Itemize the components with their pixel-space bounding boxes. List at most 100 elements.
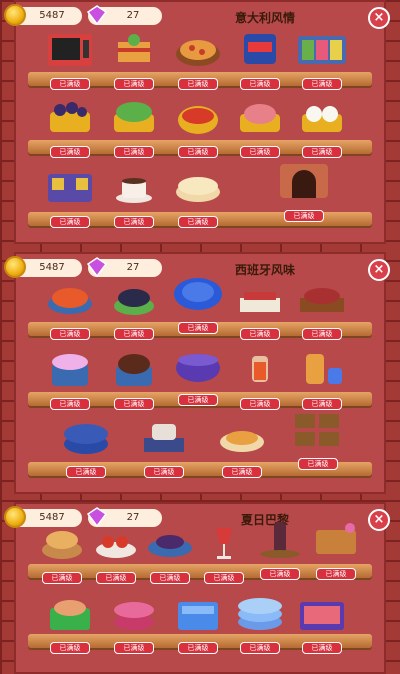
cakes-tray-icon xyxy=(295,414,339,446)
item-plates-stack[interactable]: 已满级 xyxy=(230,592,290,654)
stove-pot-icon xyxy=(144,424,184,452)
blue-tray-icon xyxy=(178,602,218,630)
item-pizza[interactable]: 已满级 xyxy=(168,28,228,90)
close-button[interactable]: × xyxy=(368,259,390,281)
juice-icon xyxy=(306,354,342,384)
coin-value: 5487 xyxy=(39,10,65,21)
item-wine[interactable]: 已满级 xyxy=(194,522,254,584)
max-level-badge: 已满级 xyxy=(302,78,342,90)
item-brick-oven[interactable]: 已满级 xyxy=(264,160,344,222)
max-level-badge: 已满级 xyxy=(240,642,280,654)
olives-icon xyxy=(50,102,90,132)
max-level-badge: 已满级 xyxy=(204,572,244,584)
basil-icon xyxy=(114,102,154,132)
max-level-badge: 已满级 xyxy=(284,210,324,222)
pizza-icon xyxy=(176,40,220,66)
item-cakes-tray[interactable]: 已满级 xyxy=(282,408,352,470)
coin-icon xyxy=(4,506,26,528)
max-level-badge: 已满级 xyxy=(114,328,154,340)
item-coffee[interactable]: 已满级 xyxy=(104,166,164,228)
gem-counter[interactable]: 27 xyxy=(86,5,162,26)
item-mussels[interactable]: 已满级 xyxy=(104,278,164,340)
oven-icon xyxy=(48,34,92,66)
max-level-badge: 已满级 xyxy=(178,642,218,654)
flatbread-icon xyxy=(176,177,220,202)
item-olives[interactable]: 已满级 xyxy=(40,96,100,158)
panel-spanish: 5487 27 西班牙风味 × 已满级 已满级 已满级 已满级 已满级 已满级 … xyxy=(0,252,400,494)
item-ham[interactable]: 已满级 xyxy=(230,96,290,158)
item-tomatoes[interactable]: 已满级 xyxy=(86,522,146,584)
item-pink-pots[interactable]: 已满级 xyxy=(104,592,164,654)
sauce-pot-icon xyxy=(178,106,218,134)
panel-italian: 5487 27 意大利风情 × 已满级 已满级 已满级 已满级 已满级 已满级 … xyxy=(0,0,400,244)
max-level-badge: 已满级 xyxy=(178,394,218,406)
max-level-badge: 已满级 xyxy=(260,568,300,580)
max-level-badge: 已满级 xyxy=(114,216,154,228)
blue-plates-icon xyxy=(174,278,222,310)
max-level-badge: 已满级 xyxy=(302,146,342,158)
jamon-icon xyxy=(300,288,344,312)
max-level-badge: 已满级 xyxy=(240,146,280,158)
max-level-badge: 已满级 xyxy=(298,458,338,470)
item-juice[interactable]: 已满级 xyxy=(292,348,352,410)
item-fryer[interactable]: 已满级 xyxy=(40,166,100,228)
gem-counter[interactable]: 27 xyxy=(86,257,162,278)
item-meat-box[interactable]: 已满级 xyxy=(292,592,352,654)
close-button[interactable]: × xyxy=(368,7,390,29)
chicken-icon xyxy=(50,600,90,630)
panel-title: 意大利风情 xyxy=(234,11,295,25)
max-level-badge: 已满级 xyxy=(144,466,184,478)
max-level-badge: 已满级 xyxy=(178,146,218,158)
item-stove-pot[interactable]: 已满级 xyxy=(134,416,194,478)
max-level-badge: 已满级 xyxy=(316,568,356,580)
max-level-badge: 已满级 xyxy=(302,642,342,654)
item-cutting-board[interactable]: 已满级 xyxy=(306,518,366,580)
max-level-badge: 已满级 xyxy=(66,466,106,478)
item-lasagna[interactable]: 已满级 xyxy=(104,28,164,90)
item-seafood[interactable]: 已满级 xyxy=(40,278,100,340)
coin-counter[interactable]: 5487 xyxy=(4,4,82,26)
max-level-badge: 已满级 xyxy=(114,398,154,410)
item-machine[interactable]: 已满级 xyxy=(230,28,290,90)
close-button[interactable]: × xyxy=(368,509,390,531)
max-level-badge: 已满级 xyxy=(240,328,280,340)
item-oven[interactable]: 已满级 xyxy=(40,28,100,90)
max-level-badge: 已满级 xyxy=(50,146,90,158)
item-bread-basket[interactable]: 已满级 xyxy=(32,522,92,584)
item-mozzarella[interactable]: 已满级 xyxy=(292,96,352,158)
coin-counter[interactable]: 5487 xyxy=(4,256,82,278)
panel-paris: 5487 27 夏日巴黎 × 已满级 已满级 已满级 已满级 已满级 已满级 已… xyxy=(0,502,400,674)
max-level-badge: 已满级 xyxy=(114,78,154,90)
item-soup[interactable]: 已满级 xyxy=(212,416,272,478)
cutting-board-icon xyxy=(316,523,356,554)
item-cake[interactable]: 已满级 xyxy=(40,348,100,410)
item-chocolate[interactable]: 已满级 xyxy=(104,348,164,410)
max-level-badge: 已满级 xyxy=(150,572,190,584)
cake-icon xyxy=(52,354,88,386)
tomatoes-icon xyxy=(96,536,136,558)
mozzarella-icon xyxy=(302,106,342,132)
max-level-badge: 已满级 xyxy=(178,322,218,334)
fryer-icon xyxy=(48,174,92,202)
gem-icon xyxy=(86,257,108,278)
item-sangria[interactable]: 已满级 xyxy=(230,348,290,410)
item-sauce[interactable]: 已满级 xyxy=(168,96,228,158)
item-basil[interactable]: 已满级 xyxy=(104,96,164,158)
max-level-badge: 已满级 xyxy=(302,328,342,340)
coffee-cup-icon xyxy=(116,178,152,203)
item-chicken[interactable]: 已满级 xyxy=(40,592,100,654)
item-bacon[interactable]: 已满级 xyxy=(230,278,290,340)
item-purple-bowl[interactable]: 已满级 xyxy=(168,344,228,406)
max-level-badge: 已满级 xyxy=(114,146,154,158)
item-blue-plates[interactable]: 已满级 xyxy=(168,272,228,334)
item-blue-tray[interactable]: 已满级 xyxy=(168,592,228,654)
meat-box-icon xyxy=(300,602,344,630)
max-level-badge: 已满级 xyxy=(50,642,90,654)
item-berries[interactable]: 已满级 xyxy=(140,522,200,584)
item-flatbread[interactable]: 已满级 xyxy=(168,166,228,228)
item-jamon[interactable]: 已满级 xyxy=(292,278,352,340)
item-pots[interactable]: 已满级 xyxy=(56,416,116,478)
item-wine-bottle[interactable]: 已满级 xyxy=(250,518,310,580)
max-level-badge: 已满级 xyxy=(222,466,262,478)
item-tray[interactable]: 已满级 xyxy=(292,28,352,90)
